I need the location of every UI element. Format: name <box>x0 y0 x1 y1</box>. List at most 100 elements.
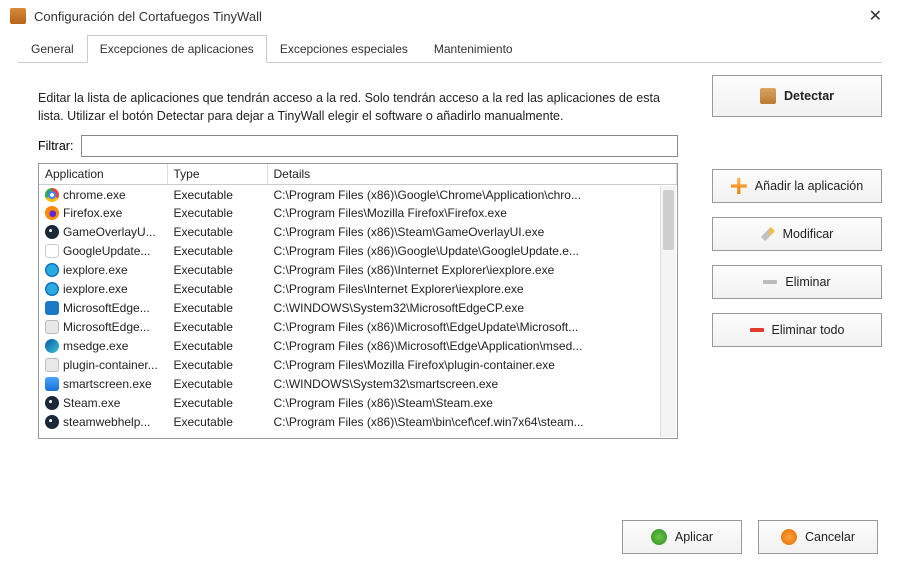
app-details: C:\WINDOWS\System32\MicrosoftEdgeCP.exe <box>267 299 677 318</box>
app-type: Executable <box>167 375 267 394</box>
app-name: iexplore.exe <box>63 263 128 277</box>
app-name: GoogleUpdate... <box>63 244 150 258</box>
app-type: Executable <box>167 299 267 318</box>
app-details: C:\Program Files (x86)\Microsoft\EdgeUpd… <box>267 318 677 337</box>
app-icon <box>10 8 26 24</box>
app-icon <box>45 358 59 372</box>
app-name: steamwebhelp... <box>63 415 150 429</box>
table-row[interactable]: MicrosoftEdge... ExecutableC:\Program Fil… <box>39 318 677 337</box>
app-type: Executable <box>167 394 267 413</box>
app-icon <box>45 188 59 202</box>
table-row[interactable]: iexplore.exeExecutableC:\Program Files (… <box>39 261 677 280</box>
app-type: Executable <box>167 356 267 375</box>
app-type: Executable <box>167 280 267 299</box>
col-header-details[interactable]: Details <box>267 164 677 185</box>
app-type: Executable <box>167 337 267 356</box>
table-row[interactable]: GoogleUpdate...ExecutableC:\Program File… <box>39 242 677 261</box>
table-row[interactable]: msedge.exe ExecutableC:\Program Files (x8… <box>39 337 677 356</box>
table-row[interactable]: Steam.exe ExecutableC:\Program Files (x86… <box>39 394 677 413</box>
app-name: plugin-container... <box>63 358 158 372</box>
col-header-application[interactable]: Application <box>39 164 167 185</box>
app-details: C:\Program Files\Internet Explorer\iexpl… <box>267 280 677 299</box>
table-row[interactable]: MicrosoftEdge... ExecutableC:\WINDOWS\Sys… <box>39 299 677 318</box>
app-name: msedge.exe <box>63 339 128 353</box>
app-icon <box>45 377 59 391</box>
app-details: C:\Program Files (x86)\Steam\Steam.exe <box>267 394 677 413</box>
table-row[interactable]: steamwebhelp... ExecutableC:\Program File… <box>39 413 677 432</box>
app-type: Executable <box>167 242 267 261</box>
app-name: MicrosoftEdge... <box>63 320 150 334</box>
app-name: chrome.exe <box>63 188 126 202</box>
plus-icon <box>731 178 747 194</box>
app-details: C:\WINDOWS\System32\smartscreen.exe <box>267 375 677 394</box>
app-icon <box>45 244 59 258</box>
app-details: C:\Program Files (x86)\Internet Explorer… <box>267 261 677 280</box>
table-scrollbar[interactable] <box>660 186 676 437</box>
tab-maintenance[interactable]: Mantenimiento <box>421 35 526 63</box>
tab-general[interactable]: General <box>18 35 87 63</box>
filter-label: Filtrar: <box>38 139 73 153</box>
app-details: C:\Program Files (x86)\Steam\GameOverlay… <box>267 223 677 242</box>
minus-icon <box>763 280 777 284</box>
pencil-icon <box>761 227 775 241</box>
delete-all-label: Eliminar todo <box>772 323 845 337</box>
table-row[interactable]: iexplore.exe ExecutableC:\Program Files\I… <box>39 280 677 299</box>
apply-button[interactable]: Aplicar <box>622 520 742 554</box>
app-icon <box>45 206 59 220</box>
applications-table: Application Type Details chrome.exe Execu… <box>38 163 678 439</box>
app-details: C:\Program Files (x86)\Google\Chrome\App… <box>267 185 677 204</box>
box-icon <box>760 88 776 104</box>
app-details: C:\Program Files\Mozilla Firefox\Firefox… <box>267 204 677 223</box>
app-icon <box>45 301 59 315</box>
window-title: Configuración del Cortafuegos TinyWall <box>34 9 861 24</box>
app-icon <box>45 320 59 334</box>
scrollbar-thumb[interactable] <box>663 190 674 250</box>
app-name: MicrosoftEdge... <box>63 301 150 315</box>
filter-input[interactable] <box>81 135 678 157</box>
cancel-label: Cancelar <box>805 530 855 544</box>
app-name: smartscreen.exe <box>63 377 152 391</box>
app-icon <box>45 263 59 277</box>
app-type: Executable <box>167 204 267 223</box>
app-name: iexplore.exe <box>63 282 128 296</box>
app-name: GameOverlayU... <box>63 225 156 239</box>
modify-label: Modificar <box>783 227 834 241</box>
table-row[interactable]: plugin-container... ExecutableC:\Program … <box>39 356 677 375</box>
app-details: C:\Program Files\Mozilla Firefox\plugin-… <box>267 356 677 375</box>
tab-app-exceptions[interactable]: Excepciones de aplicaciones <box>87 35 267 63</box>
app-details: C:\Program Files (x86)\Steam\bin\cef\cef… <box>267 413 677 432</box>
app-icon <box>45 225 59 239</box>
detect-label: Detectar <box>784 89 834 103</box>
app-icon <box>45 282 59 296</box>
app-icon <box>45 415 59 429</box>
app-icon <box>45 339 59 353</box>
close-icon[interactable]: ✕ <box>861 4 890 28</box>
tab-special-exceptions[interactable]: Excepciones especiales <box>267 35 421 63</box>
tab-bar: General Excepciones de aplicaciones Exce… <box>18 34 882 63</box>
description-text: Editar la lista de aplicaciones que tend… <box>18 75 688 135</box>
app-details: C:\Program Files (x86)\Microsoft\Edge\Ap… <box>267 337 677 356</box>
detect-button[interactable]: Detectar <box>712 75 882 117</box>
cancel-button[interactable]: Cancelar <box>758 520 878 554</box>
delete-all-button[interactable]: Eliminar todo <box>712 313 882 347</box>
app-type: Executable <box>167 185 267 204</box>
table-row[interactable]: Firefox.exe ExecutableC:\Program Files\Mo… <box>39 204 677 223</box>
app-type: Executable <box>167 223 267 242</box>
app-icon <box>45 396 59 410</box>
apply-label: Aplicar <box>675 530 713 544</box>
app-name: Steam.exe <box>63 396 120 410</box>
app-name: Firefox.exe <box>63 206 122 220</box>
modify-button[interactable]: Modificar <box>712 217 882 251</box>
cancel-icon <box>781 529 797 545</box>
app-type: Executable <box>167 318 267 337</box>
delete-label: Eliminar <box>785 275 830 289</box>
col-header-type[interactable]: Type <box>167 164 267 185</box>
table-row[interactable]: GameOverlayU... ExecutableC:\Program File… <box>39 223 677 242</box>
app-type: Executable <box>167 413 267 432</box>
add-application-button[interactable]: Añadir la aplicación <box>712 169 882 203</box>
table-row[interactable]: smartscreen.exe ExecutableC:\WINDOWS\Syst… <box>39 375 677 394</box>
table-row[interactable]: chrome.exe ExecutableC:\Program Files (x8… <box>39 185 677 204</box>
add-label: Añadir la aplicación <box>755 179 863 193</box>
apply-icon <box>651 529 667 545</box>
delete-button[interactable]: Eliminar <box>712 265 882 299</box>
